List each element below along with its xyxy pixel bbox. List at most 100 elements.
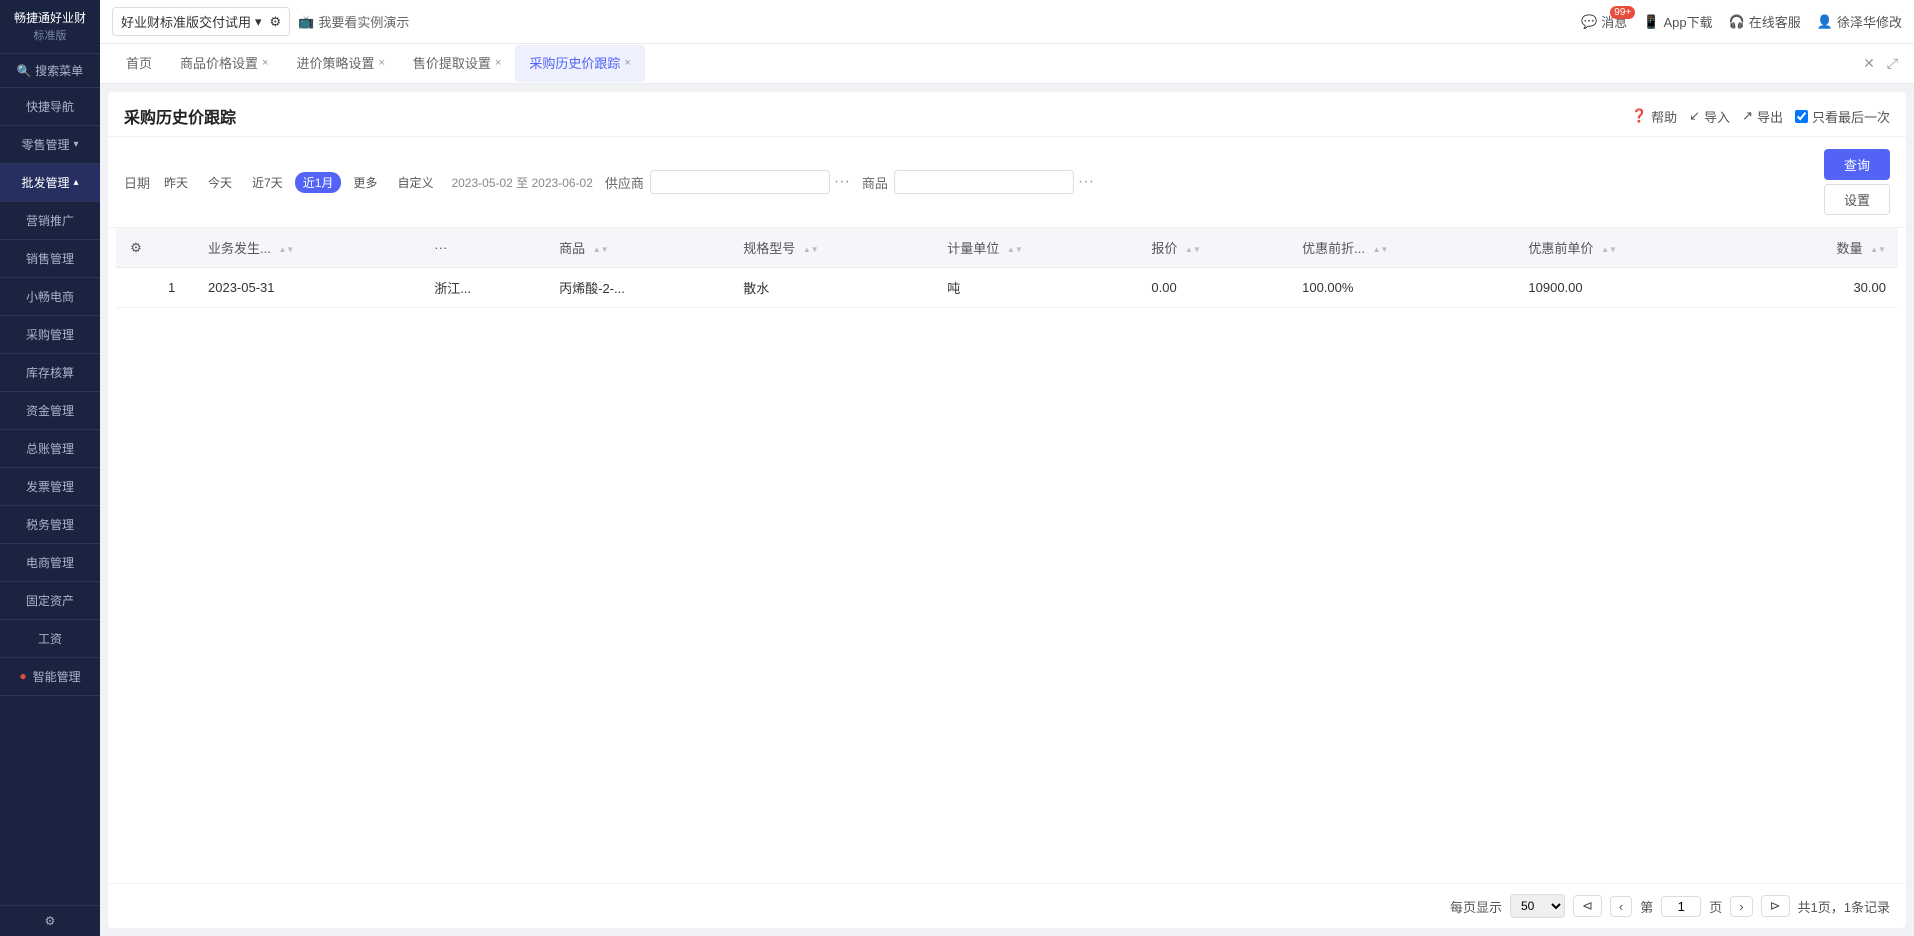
help-button[interactable]: ❓ 帮助 [1631,107,1677,126]
sidebar-item-finance[interactable]: 资金管理 [0,392,100,430]
data-table: ⚙ 业务发生... ▲▼ ··· 商品 ▲▼ [116,228,1898,308]
headset-icon: 🎧 [1729,14,1745,30]
tab-purchase-price[interactable]: 进价策略设置 × [282,45,398,82]
column-goods[interactable]: 商品 ▲▼ [547,228,731,268]
tab-close-icon[interactable]: × [495,57,501,69]
page-number-input[interactable] [1661,896,1701,917]
sidebar-item-invoice[interactable]: 发票管理 [0,468,100,506]
sidebar: 畅捷通好业财 标准版 🔍 搜索菜单 快捷导航 零售管理 ▾ 批发管理 ▴ 营销推… [0,0,100,936]
logo-subtitle: 标准版 [8,27,92,43]
first-page-button[interactable]: ⊲ [1573,895,1602,917]
date-option-yesterday[interactable]: 昨天 [156,172,196,193]
filter-buttons: 查询 设置 [1824,149,1890,215]
sidebar-item-tax[interactable]: 税务管理 [0,506,100,544]
column-quote[interactable]: 报价 ▲▼ [1139,228,1290,268]
column-pre-discount-price[interactable]: 优惠前单价 ▲▼ [1516,228,1747,268]
sidebar-item-inventory[interactable]: 库存核算 [0,354,100,392]
tab-close-icon[interactable]: × [262,57,268,69]
cell-date: 2023-05-31 [196,268,422,308]
user-icon: 👤 [1817,14,1833,30]
tab-selling-price[interactable]: 售价提取设置 × [399,45,515,82]
export-icon: ↗ [1742,108,1753,124]
filter-settings-button[interactable]: 设置 [1824,184,1890,215]
sidebar-item-purchase[interactable]: 采购管理 [0,316,100,354]
per-page-select[interactable]: 50 100 200 [1510,894,1565,918]
search-icon: 🔍 [17,64,32,78]
column-spec[interactable]: 规格型号 ▲▼ [731,228,935,268]
page-actions: ❓ 帮助 ↙ 导入 ↗ 导出 只看最后一次 [1631,107,1890,126]
tab-close-icon[interactable]: × [624,57,630,69]
sidebar-item-ecommerce-small[interactable]: 小畅电商 [0,278,100,316]
help-icon: ❓ [1631,108,1647,124]
sidebar-search[interactable]: 🔍 搜索菜单 [0,54,100,88]
page-title: 采购历史价跟踪 [124,104,236,128]
column-gear[interactable]: ⚙ [116,228,156,268]
last-page-button[interactable]: ⊳ [1761,895,1790,917]
cell-gear [116,268,156,308]
sort-icon: ▲▼ [803,245,819,254]
goods-input[interactable] [894,170,1074,194]
next-page-button[interactable]: › [1730,896,1752,917]
mobile-icon: 📱 [1643,14,1659,30]
sort-icon: ▲▼ [1007,245,1023,254]
page-area: 采购历史价跟踪 ❓ 帮助 ↙ 导入 ↗ 导出 [100,84,1914,936]
chevron-down-icon: ▾ [255,14,262,30]
panel-expand-button[interactable]: ⤢ [1883,53,1902,74]
tab-goods-price[interactable]: 商品价格设置 × [166,45,282,82]
prev-page-button[interactable]: ‹ [1610,896,1632,917]
sidebar-item-ledger[interactable]: 总账管理 [0,430,100,468]
sidebar-logo: 畅捷通好业财 标准版 [0,0,100,54]
column-quantity[interactable]: 数量 ▲▼ [1747,228,1898,268]
date-option-more[interactable]: 更多 [345,172,385,193]
supplier-more[interactable]: ··· [834,173,850,191]
total-text: 共1页，1条记录 [1798,897,1890,916]
app-download-button[interactable]: 📱 App下载 [1643,12,1712,31]
sidebar-settings-icon[interactable]: ⚙ [0,905,100,936]
online-service-button[interactable]: 🎧 在线客服 [1729,12,1801,31]
demo-button[interactable]: 📺 我要看实例演示 [298,12,409,31]
column-discount[interactable]: 优惠前折... ▲▼ [1290,228,1516,268]
import-button[interactable]: ↙ 导入 [1689,107,1730,126]
sidebar-item-wholesale[interactable]: 批发管理 ▴ [0,164,100,202]
table-area: ⚙ 业务发生... ▲▼ ··· 商品 ▲▼ [108,228,1906,883]
cell-goods: 丙烯酸-2-... [547,268,731,308]
tab-close-icon[interactable]: × [378,57,384,69]
sidebar-item-ecommerce[interactable]: 电商管理 [0,544,100,582]
sidebar-quick-nav[interactable]: 快捷导航 [0,88,100,126]
chevron-down-icon: ▾ [73,139,78,150]
cell-quote: 0.00 [1139,268,1290,308]
goods-input-wrapper: ··· [894,170,1094,194]
table-header-row: ⚙ 业务发生... ▲▼ ··· 商品 ▲▼ [116,228,1898,268]
column-more[interactable]: ··· [422,228,547,268]
sidebar-item-marketing[interactable]: 营销推广 [0,202,100,240]
sidebar-item-fixed-assets[interactable]: 固定资产 [0,582,100,620]
sidebar-item-ai[interactable]: ● 智能管理 [0,658,100,696]
sort-icon: ▲▼ [1601,245,1617,254]
date-option-custom[interactable]: 自定义 [389,172,441,193]
tab-home[interactable]: 首页 [112,45,166,82]
only-last-input[interactable] [1795,110,1808,123]
cell-index: 1 [156,268,196,308]
column-unit[interactable]: 计量单位 ▲▼ [935,228,1139,268]
version-selector[interactable]: 好业财标准版交付试用 ▾ ⚙ [112,7,290,36]
only-last-checkbox[interactable]: 只看最后一次 [1795,107,1890,126]
sidebar-item-sales[interactable]: 销售管理 [0,240,100,278]
column-date[interactable]: 业务发生... ▲▼ [196,228,422,268]
date-option-1month[interactable]: 近1月 [295,172,342,193]
export-button[interactable]: ↗ 导出 [1742,107,1783,126]
goods-more[interactable]: ··· [1078,173,1094,191]
sidebar-item-payroll[interactable]: 工资 [0,620,100,658]
notification-button[interactable]: 💬 消息 99+ [1581,12,1627,31]
date-option-today[interactable]: 今天 [200,172,240,193]
per-page-label: 每页显示 [1450,897,1502,916]
query-button[interactable]: 查询 [1824,149,1890,180]
date-option-7days[interactable]: 近7天 [244,172,291,193]
tab-purchase-history[interactable]: 采购历史价跟踪 × [515,45,644,82]
panel-close-button[interactable]: ✕ [1859,53,1879,74]
page-header: 采购历史价跟踪 ❓ 帮助 ↙ 导入 ↗ 导出 [108,92,1906,137]
topbar: 好业财标准版交付试用 ▾ ⚙ 📺 我要看实例演示 💬 消息 99+ 📱 App下… [100,0,1914,44]
user-account-button[interactable]: 👤 徐泽华修改 [1817,12,1902,31]
sidebar-item-retail[interactable]: 零售管理 ▾ [0,126,100,164]
supplier-input[interactable] [650,170,830,194]
cell-pre-discount-price: 10900.00 [1516,268,1747,308]
